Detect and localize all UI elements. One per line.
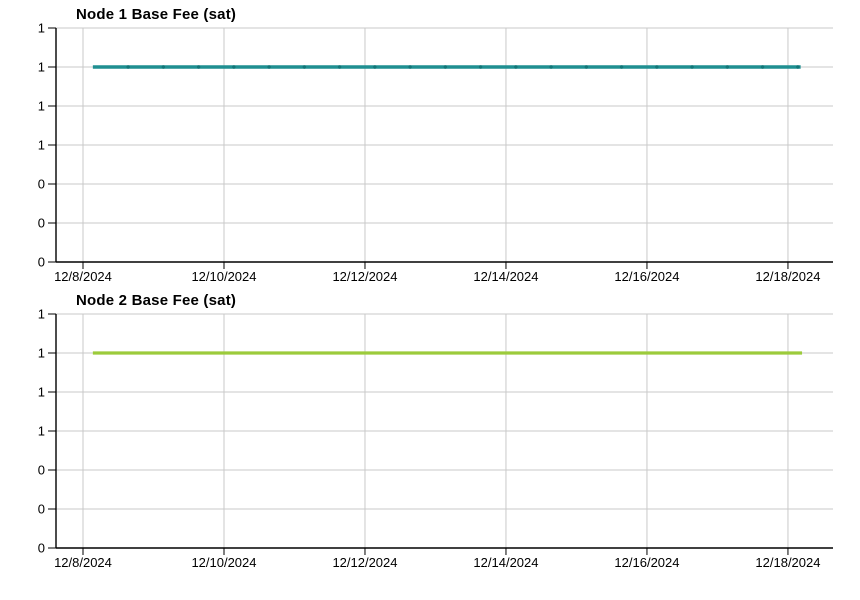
y-tick-label: 0 xyxy=(38,463,45,478)
x-tick-label: 12/8/2024 xyxy=(54,555,112,570)
x-tick-label: 12/10/2024 xyxy=(191,555,256,570)
y-tick-label: 1 xyxy=(38,307,45,322)
x-tick-label: 12/18/2024 xyxy=(755,555,820,570)
y-tick-label: 0 xyxy=(38,255,45,270)
x-tick-label: 12/16/2024 xyxy=(614,555,679,570)
x-tick-label: 12/14/2024 xyxy=(473,269,538,284)
x-tick-label: 12/16/2024 xyxy=(614,269,679,284)
chart-node-2-title: Node 2 Base Fee (sat) xyxy=(76,292,236,309)
y-tick-label: 1 xyxy=(38,385,45,400)
y-tick-label: 1 xyxy=(38,60,45,75)
dashboard-canvas: 1 1 1 1 0 0 0 12/8/2024 12/10/2024 12/12/2024 12/1… xyxy=(0,0,860,600)
chart-node-1-plot-area: 1 1 1 1 0 0 0 12/8/2024 12/10/2024 12/12/2024 12/1… xyxy=(0,0,860,286)
y-tick-label: 1 xyxy=(38,138,45,153)
x-tick-label: 12/18/2024 xyxy=(755,269,820,284)
chart-node-2-base-fee: 1 1 1 1 0 0 0 12/8/2024 12/10/2024 12/12/2024 12/1… xyxy=(0,286,860,600)
y-tick-label: 0 xyxy=(38,216,45,231)
chart-node-2-plot-area: 1 1 1 1 0 0 0 12/8/2024 12/10/2024 12/12/2024 12/1… xyxy=(0,286,860,600)
chart-node-1-title: Node 1 Base Fee (sat) xyxy=(76,6,236,23)
y-tick-label: 1 xyxy=(38,99,45,114)
y-tick-label: 1 xyxy=(38,21,45,36)
y-tick-label: 0 xyxy=(38,177,45,192)
x-tick-label: 12/8/2024 xyxy=(54,269,112,284)
chart-node-1-base-fee: 1 1 1 1 0 0 0 12/8/2024 12/10/2024 12/12/2024 12/1… xyxy=(0,0,860,286)
y-tick-label: 1 xyxy=(38,346,45,361)
y-tick-label: 0 xyxy=(38,541,45,556)
x-tick-label: 12/12/2024 xyxy=(332,555,397,570)
x-tick-label: 12/10/2024 xyxy=(191,269,256,284)
y-tick-label: 1 xyxy=(38,424,45,439)
y-tick-label: 0 xyxy=(38,502,45,517)
x-tick-label: 12/14/2024 xyxy=(473,555,538,570)
x-tick-label: 12/12/2024 xyxy=(332,269,397,284)
